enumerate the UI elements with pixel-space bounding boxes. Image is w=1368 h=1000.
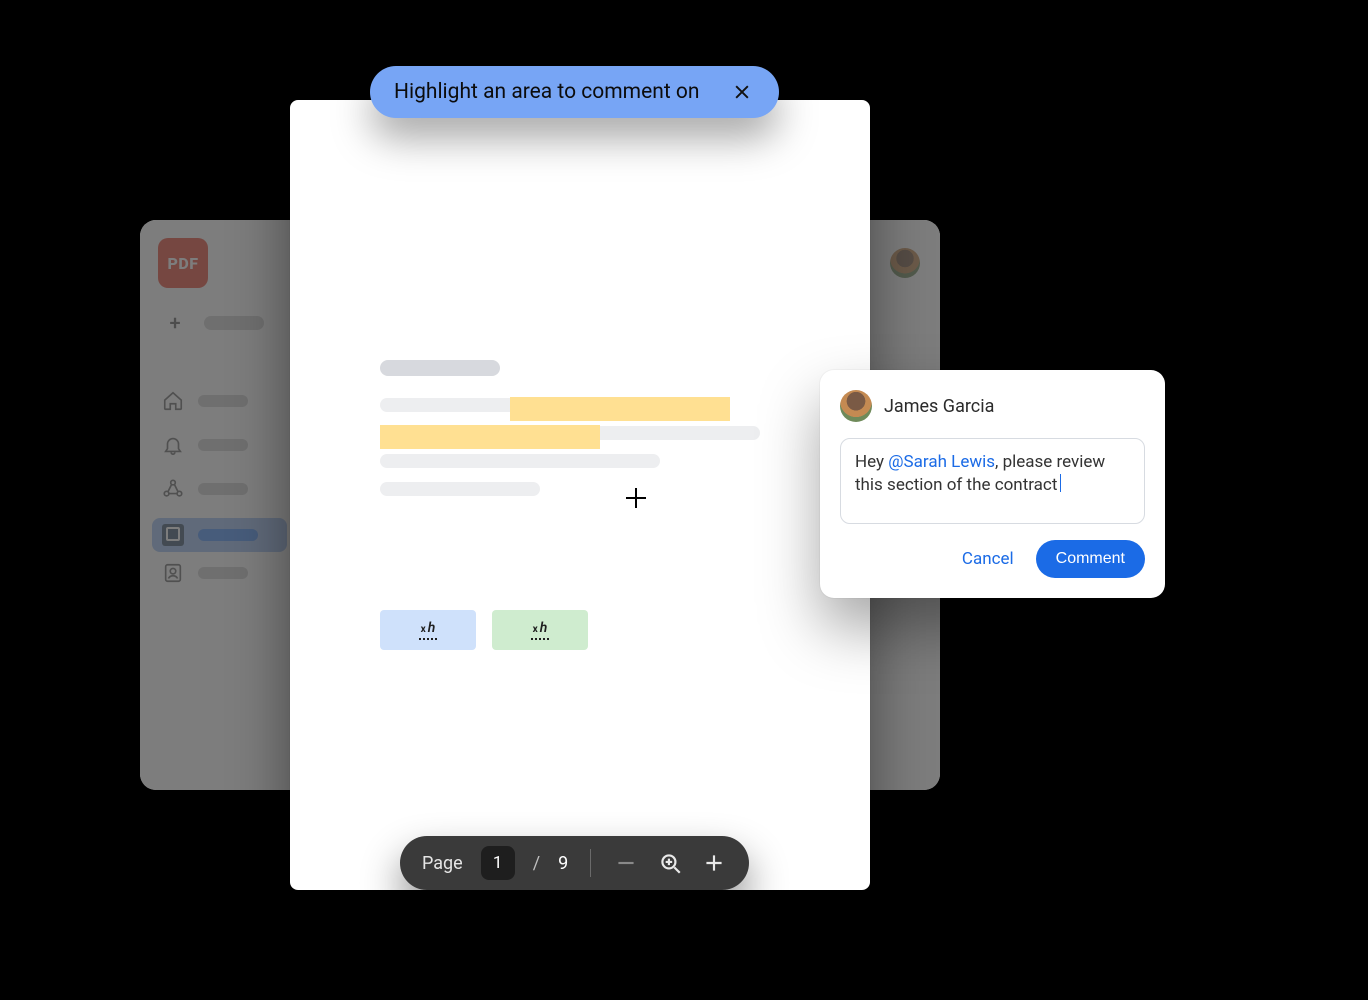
highlight-hint-banner: Highlight an area to comment on [370,66,779,118]
document-body [380,360,780,510]
comment-author-name: James Garcia [884,396,994,417]
zoom-in-button[interactable] [701,850,727,876]
minus-icon [613,850,639,876]
text-line [380,398,730,412]
signature-field-1[interactable]: xh [380,610,476,650]
close-hint-button[interactable] [729,79,755,105]
text-line [380,454,660,468]
page-total: 9 [558,853,568,874]
signature-icon: xh [531,620,550,640]
magnifier-icon [657,850,683,876]
text-caret [1060,474,1061,492]
comment-author-avatar [840,390,872,422]
comment-header: James Garcia [840,390,1145,422]
mention-chip[interactable]: @Sarah Lewis [888,452,995,472]
comment-text-before: Hey [855,452,888,472]
comment-popover: James Garcia Hey @Sarah Lewis, please re… [820,370,1165,598]
plus-icon [701,850,727,876]
hint-text: Highlight an area to comment on [394,80,699,104]
document-page[interactable]: xh xh [290,100,870,890]
toolbar-divider [590,849,591,877]
signature-icon: xh [419,620,438,640]
page-toolbar: Page 1 / 9 [400,836,749,890]
highlight-region[interactable] [510,397,730,421]
highlight-region[interactable] [380,425,600,449]
cancel-button[interactable]: Cancel [962,549,1014,569]
page-label: Page [422,853,463,874]
comment-actions: Cancel Comment [840,540,1145,578]
text-line [380,482,540,496]
page-separator: / [533,853,540,874]
comment-input[interactable]: Hey @Sarah Lewis, please review this sec… [840,438,1145,524]
text-line [380,426,760,440]
zoom-reset-button[interactable] [657,850,683,876]
close-icon [732,82,752,102]
submit-comment-button[interactable]: Comment [1036,540,1145,578]
page-current-input[interactable]: 1 [481,846,515,880]
signature-field-2[interactable]: xh [492,610,588,650]
crosshair-cursor-icon [626,488,646,508]
text-line-heading [380,360,500,376]
zoom-out-button[interactable] [613,850,639,876]
signature-row: xh xh [380,610,588,650]
